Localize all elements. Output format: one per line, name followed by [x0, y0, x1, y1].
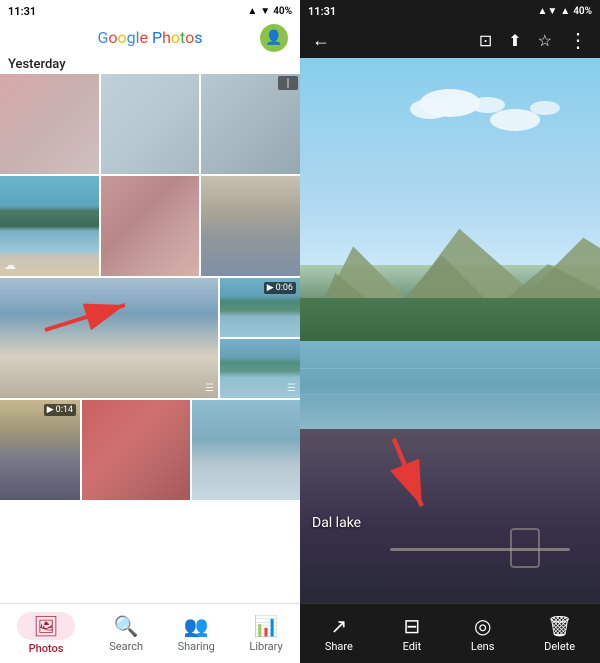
photo-thumb[interactable]: [0, 74, 99, 174]
nav-label-edit: Edit: [403, 640, 422, 653]
status-bar-left: 11:31 ▲ ▼ 40%: [0, 0, 300, 22]
hamburger-icon: ☰: [287, 383, 296, 394]
bottom-nav-left: 🖼 Photos 🔍 Search 👥 Sharing 📊 Library: [0, 603, 300, 663]
photo-row-3: ☰ ▶0:06 ☰: [0, 278, 300, 398]
bottom-nav-right: ↗ Share ⊟ Edit ◎ Lens 🗑 Delete: [300, 603, 600, 663]
battery-right: 40%: [573, 6, 592, 17]
seat-handle: [510, 528, 540, 568]
delete-icon: 🗑: [547, 614, 572, 638]
wifi-icon: ▼: [260, 6, 270, 17]
nav-label-photos: Photos: [29, 642, 64, 655]
top-bar-right: ← ⊡ ⬆ ☆ ⋮: [300, 22, 600, 58]
video-duration-badge: ▶0:14: [44, 404, 76, 416]
nav-item-search[interactable]: 🔍 Search: [93, 610, 159, 657]
photo-thumb[interactable]: ▶0:06: [220, 278, 300, 337]
nav-item-delete[interactable]: 🗑 Delete: [536, 610, 583, 657]
library-icon: 📊: [254, 614, 279, 638]
photo-row-4: ▶0:14: [0, 400, 300, 500]
time-right: 11:31: [308, 5, 336, 18]
photo-grid-container: Yesterday ☁ ☰: [0, 53, 300, 603]
time-left: 11:31: [8, 5, 36, 18]
edit-icon: ⊟: [404, 614, 421, 638]
photo-thumb[interactable]: ▶0:14: [0, 400, 80, 500]
cloud-icon: ☁: [4, 258, 16, 272]
photo-row-1: [0, 74, 300, 174]
star-icon[interactable]: ☆: [538, 31, 552, 50]
status-icons-right: ▲▼ ▲ 40%: [537, 6, 592, 17]
nav-label-sharing: Sharing: [178, 640, 215, 653]
boat-railing: [390, 548, 570, 551]
photo-location-label: Dal lake: [312, 515, 361, 531]
search-icon: 🔍: [114, 614, 139, 638]
signal-icon: ▲: [247, 6, 257, 17]
nav-label-share: Share: [325, 640, 353, 653]
water: [300, 341, 600, 428]
nav-label-lens: Lens: [471, 640, 495, 653]
battery-left: 40%: [273, 6, 292, 17]
nav-label-library: Library: [249, 640, 282, 653]
photo-row-3-right: ▶0:06 ☰: [220, 278, 300, 398]
lens-icon: ◎: [474, 614, 491, 638]
left-panel: 11:31 ▲ ▼ 40% Google Photos 👤 Yesterday: [0, 0, 300, 663]
scroll-bar: [278, 76, 298, 90]
clouds: [390, 89, 570, 193]
sharing-icon: 👥: [184, 614, 209, 638]
nav-item-edit[interactable]: ⊟ Edit: [395, 610, 430, 657]
photo-viewer[interactable]: Dal lake: [300, 58, 600, 603]
share-icon: ↗: [330, 614, 347, 638]
status-icons-left: ▲ ▼ 40%: [247, 6, 292, 17]
back-button[interactable]: ←: [312, 30, 330, 51]
video-duration-badge: ▶0:06: [264, 282, 296, 294]
photo-thumb[interactable]: [201, 74, 300, 174]
nav-label-search: Search: [109, 640, 143, 653]
user-avatar[interactable]: 👤: [260, 24, 288, 52]
hamburger-icon: ☰: [205, 383, 214, 394]
photo-thumb[interactable]: [192, 400, 300, 500]
nav-item-photos[interactable]: 🖼 Photos: [1, 608, 90, 659]
photo-thumb[interactable]: [82, 400, 190, 500]
nav-item-lens[interactable]: ◎ Lens: [463, 610, 503, 657]
nav-item-library[interactable]: 📊 Library: [233, 610, 298, 657]
app-header: Google Photos 👤: [0, 22, 300, 53]
photo-thumb[interactable]: ☰: [220, 339, 300, 398]
signal-icon-right: ▲▼: [537, 6, 557, 17]
nav-item-share[interactable]: ↗ Share: [317, 610, 361, 657]
photo-thumb[interactable]: [201, 176, 300, 276]
more-options-icon[interactable]: ⋮: [568, 28, 588, 52]
status-bar-right: 11:31 ▲▼ ▲ 40%: [300, 0, 600, 22]
photos-icon: 🖼: [33, 614, 58, 638]
date-label: Yesterday: [0, 53, 300, 74]
upload-icon[interactable]: ⬆: [508, 31, 521, 50]
photo-thumb[interactable]: ☁: [0, 176, 99, 276]
photo-thumb-large[interactable]: ☰: [0, 278, 218, 398]
right-panel: 11:31 ▲▼ ▲ 40% ← ⊡ ⬆ ☆ ⋮: [300, 0, 600, 663]
photo-thumb[interactable]: [101, 74, 200, 174]
nav-label-delete: Delete: [544, 640, 575, 653]
tree-strip: [300, 298, 600, 342]
photo-thumb[interactable]: [101, 176, 200, 276]
cast-icon[interactable]: ⊡: [479, 31, 492, 50]
photo-row-2: ☁: [0, 176, 300, 276]
top-action-icons: ⊡ ⬆ ☆ ⋮: [479, 28, 588, 52]
nav-item-sharing[interactable]: 👥 Sharing: [162, 610, 231, 657]
wifi-icon-right: ▲: [560, 6, 570, 17]
google-photos-logo: Google Photos: [98, 28, 203, 47]
